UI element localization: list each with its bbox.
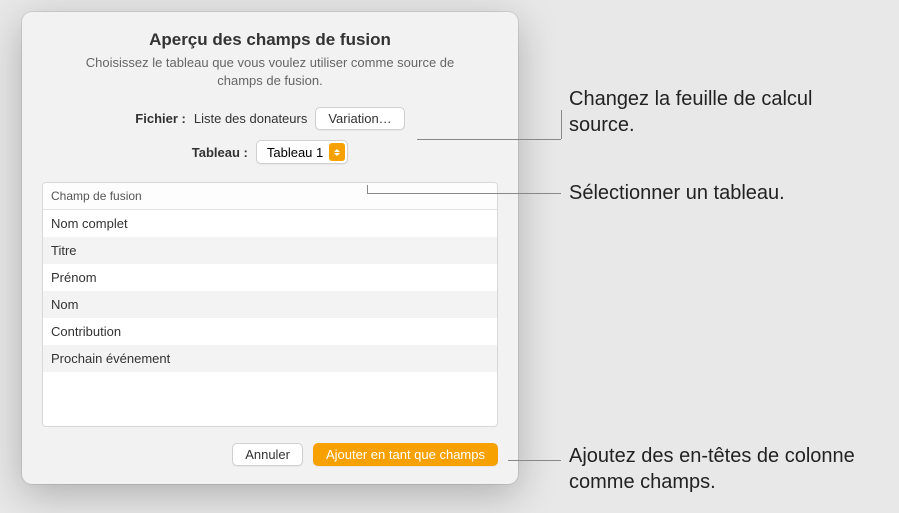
callout-select-table: Sélectionner un tableau. [569, 180, 879, 206]
file-label: Fichier : [135, 111, 186, 126]
callout-add-headers: Ajoutez des en-têtes de colonne comme ch… [569, 443, 889, 495]
change-file-button[interactable]: Variation… [315, 107, 404, 130]
callout-line [417, 139, 561, 140]
callout-change-source: Changez la feuille de calcul source. [569, 86, 869, 138]
list-item[interactable]: Nom complet [43, 210, 497, 237]
chevron-updown-icon [329, 143, 345, 161]
file-row: Fichier : Liste des donateurs Variation… [42, 107, 498, 130]
modal-title: Aperçu des champs de fusion [42, 30, 498, 50]
modal-footer: Annuler Ajouter en tant que champs [42, 443, 498, 466]
callout-line [508, 460, 561, 461]
fields-column-header: Champ de fusion [43, 183, 497, 210]
list-item[interactable]: Titre [43, 237, 497, 264]
list-item[interactable]: Prochain événement [43, 345, 497, 372]
add-as-fields-button[interactable]: Ajouter en tant que champs [313, 443, 498, 466]
cancel-button[interactable]: Annuler [232, 443, 303, 466]
modal-subtitle: Choisissez le tableau que vous voulez ut… [42, 54, 498, 89]
callout-line [561, 110, 562, 139]
table-select[interactable]: Tableau 1 [256, 140, 348, 164]
table-select-value: Tableau 1 [267, 145, 323, 160]
list-item[interactable]: Prénom [43, 264, 497, 291]
merge-fields-preview-modal: Aperçu des champs de fusion Choisissez l… [22, 12, 518, 484]
list-item[interactable]: Nom [43, 291, 497, 318]
list-item[interactable]: Contribution [43, 318, 497, 345]
merge-fields-list: Champ de fusion Nom complet Titre Prénom… [42, 182, 498, 427]
callout-line [367, 185, 368, 193]
file-value: Liste des donateurs [194, 111, 307, 126]
table-label: Tableau : [192, 145, 248, 160]
callout-line [367, 193, 561, 194]
table-row: Tableau : Tableau 1 [42, 140, 498, 164]
